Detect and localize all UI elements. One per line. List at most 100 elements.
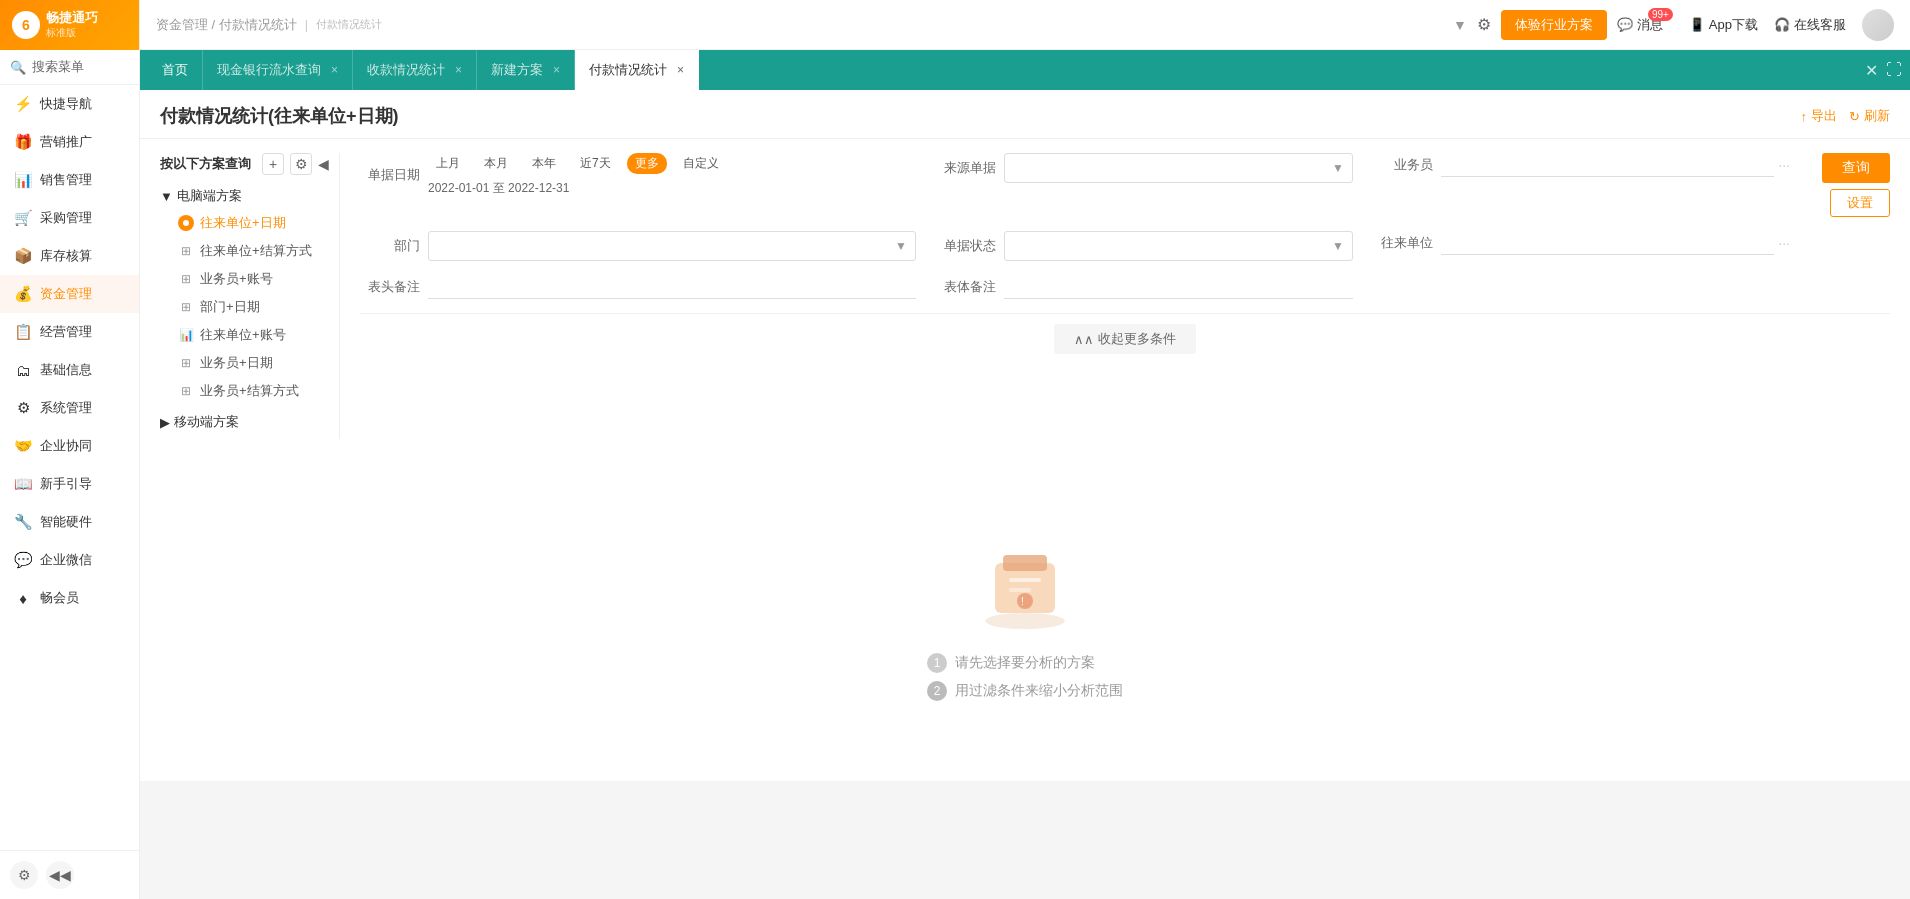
date-this-year[interactable]: 本年 xyxy=(524,153,564,174)
receipt-stat-label: 收款情况统计 xyxy=(367,61,445,79)
sidebar-item-hardware[interactable]: 🔧 智能硬件 xyxy=(0,503,139,541)
tab-new-scheme[interactable]: 新建方案 × xyxy=(477,50,575,90)
tab-home[interactable]: 首页 xyxy=(148,50,203,90)
date-last-7[interactable]: 近7天 xyxy=(572,153,619,174)
search-menu[interactable]: 🔍 搜索菜单 xyxy=(0,50,139,85)
svg-rect-2 xyxy=(1003,555,1047,571)
sidebar-item-basic[interactable]: 🗂 基础信息 xyxy=(0,351,139,389)
counterpart-ellipsis[interactable]: ··· xyxy=(1778,235,1790,251)
sidebar-item-member[interactable]: ♦ 畅会员 xyxy=(0,579,139,617)
breadcrumb-sub: 付款情况统计 xyxy=(316,17,382,32)
date-more[interactable]: 更多 xyxy=(627,153,667,174)
scheme-staff-date[interactable]: ⊞ 业务员+日期 xyxy=(174,349,329,377)
refresh-label: 刷新 xyxy=(1864,107,1890,125)
sidebar-item-sales[interactable]: 📊 销售管理 xyxy=(0,161,139,199)
counterpart-input[interactable] xyxy=(1441,231,1774,255)
sidebar-item-quick-nav[interactable]: ⚡ 快捷导航 xyxy=(0,85,139,123)
sidebar-item-guide[interactable]: 📖 新手引导 xyxy=(0,465,139,503)
tab-payment-stat[interactable]: 付款情况统计 × xyxy=(575,50,699,90)
sidebar-item-label: 销售管理 xyxy=(40,171,92,189)
close-tab-new-scheme[interactable]: × xyxy=(553,63,560,77)
filter-row-1: 单据日期 上月 本月 本年 近7天 更多 自定义 20 xyxy=(360,153,1890,217)
date-custom[interactable]: 自定义 xyxy=(675,153,727,174)
sidebar-item-finance[interactable]: 💰 资金管理 xyxy=(0,275,139,313)
close-tab-receipt[interactable]: × xyxy=(455,63,462,77)
scheme-unit-account[interactable]: 📊 往来单位+账号 xyxy=(174,321,329,349)
close-tab-payment[interactable]: × xyxy=(677,63,684,77)
close-window-btn[interactable]: ✕ xyxy=(1865,61,1878,80)
scheme-unit-settle[interactable]: ⊞ 往来单位+结算方式 xyxy=(174,237,329,265)
doc-status-select[interactable]: ▼ xyxy=(1004,231,1353,261)
purchase-icon: 🛒 xyxy=(14,209,32,227)
scheme-settings-btn[interactable]: ⚙ xyxy=(290,153,312,175)
filter-actions: 查询 设置 xyxy=(1810,153,1890,217)
sidebar-header: 6 畅捷通巧 标准版 xyxy=(0,0,139,50)
add-scheme-btn[interactable]: + xyxy=(262,153,284,175)
tab-receipt-stat[interactable]: 收款情况统计 × xyxy=(353,50,477,90)
sidebar-item-purchase[interactable]: 🛒 采购管理 xyxy=(0,199,139,237)
online-service-btn[interactable]: 🎧 在线客服 xyxy=(1774,16,1846,34)
industry-btn[interactable]: 体验行业方案 xyxy=(1501,10,1607,40)
export-icon: ↑ xyxy=(1801,109,1808,124)
app-download-btn[interactable]: 📱 App下载 xyxy=(1689,16,1758,34)
desktop-group-title[interactable]: ▼ 电脑端方案 xyxy=(160,183,329,209)
topbar-settings-icon[interactable]: ⚙ xyxy=(1477,15,1491,34)
logo-sub: 标准版 xyxy=(46,26,98,40)
counterpart-label: 往来单位 xyxy=(1373,234,1433,252)
collapse-arrow-icon: ∧∧ xyxy=(1074,332,1094,347)
staff-input[interactable] xyxy=(1441,153,1774,177)
topbar-expand-icon[interactable]: ▼ xyxy=(1453,17,1467,33)
messages-btn[interactable]: 💬 消息 99+ xyxy=(1617,16,1663,34)
sidebar: 6 畅捷通巧 标准版 🔍 搜索菜单 ⚡ 快捷导航 🎁 营销推广 📊 销售管理 🛒… xyxy=(0,0,140,899)
refresh-btn[interactable]: ↻ 刷新 xyxy=(1849,107,1890,125)
body-note-input[interactable] xyxy=(1004,275,1353,299)
sidebar-item-label: 新手引导 xyxy=(40,475,92,493)
svg-rect-4 xyxy=(1009,588,1031,592)
scheme-collapse-btn[interactable]: ◀ xyxy=(318,156,329,172)
scheme-dept-date[interactable]: ⊞ 部门+日期 xyxy=(174,293,329,321)
expand-window-btn[interactable]: ⛶ xyxy=(1886,61,1902,79)
sidebar-item-collab[interactable]: 🤝 企业协同 xyxy=(0,427,139,465)
user-avatar[interactable] xyxy=(1862,9,1894,41)
scheme-label: 业务员+结算方式 xyxy=(200,382,299,400)
doc-status-label: 单据状态 xyxy=(936,237,996,255)
doc-status-field: 单据状态 ▼ xyxy=(936,231,1353,261)
date-last-month[interactable]: 上月 xyxy=(428,153,468,174)
scheme-panel-label: 按以下方案查询 xyxy=(160,155,251,173)
mobile-group-title[interactable]: ▶ 移动端方案 xyxy=(160,409,329,435)
sidebar-item-label: 资金管理 xyxy=(40,285,92,303)
setting-btn[interactable]: 设置 xyxy=(1830,189,1890,217)
scheme-unit-date[interactable]: 往来单位+日期 xyxy=(174,209,329,237)
collapse-sidebar-button[interactable]: ◀◀ xyxy=(46,861,74,889)
header-note-field: 表头备注 xyxy=(360,275,916,299)
date-this-month[interactable]: 本月 xyxy=(476,153,516,174)
staff-field: 业务员 ··· xyxy=(1373,153,1790,177)
app-icon: 📱 xyxy=(1689,17,1705,32)
export-btn[interactable]: ↑ 导出 xyxy=(1801,107,1838,125)
doc-status-chevron: ▼ xyxy=(1332,239,1344,253)
sidebar-footer: ⚙ ◀◀ xyxy=(0,850,139,899)
staff-ellipsis[interactable]: ··· xyxy=(1778,157,1790,173)
system-icon: ⚙ xyxy=(14,399,32,417)
collapse-more-btn[interactable]: ∧∧ 收起更多条件 xyxy=(1054,324,1196,354)
source-doc-label: 来源单据 xyxy=(936,159,996,177)
breadcrumb: 资金管理 / 付款情况统计 | 付款情况统计 xyxy=(156,16,1443,34)
message-count: 99+ xyxy=(1648,8,1673,21)
sidebar-item-inventory[interactable]: 📦 库存核算 xyxy=(0,237,139,275)
query-btn[interactable]: 查询 xyxy=(1822,153,1890,183)
scheme-staff-settle[interactable]: ⊞ 业务员+结算方式 xyxy=(174,377,329,405)
sidebar-item-operation[interactable]: 📋 经营管理 xyxy=(0,313,139,351)
scheme-staff-account[interactable]: ⊞ 业务员+账号 xyxy=(174,265,329,293)
sidebar-item-wechat[interactable]: 💬 企业微信 xyxy=(0,541,139,579)
marketing-icon: 🎁 xyxy=(14,133,32,151)
sidebar-item-marketing[interactable]: 🎁 营销推广 xyxy=(0,123,139,161)
dept-select[interactable]: ▼ xyxy=(428,231,916,261)
header-note-input[interactable] xyxy=(428,275,916,299)
close-tab-cash-flow[interactable]: × xyxy=(331,63,338,77)
sidebar-item-label: 快捷导航 xyxy=(40,95,92,113)
tab-cash-flow[interactable]: 现金银行流水查询 × xyxy=(203,50,353,90)
sidebar-item-system[interactable]: ⚙ 系统管理 xyxy=(0,389,139,427)
source-doc-select[interactable]: ▼ xyxy=(1004,153,1353,183)
settings-button[interactable]: ⚙ xyxy=(10,861,38,889)
filter-row-3: 表头备注 表体备注 xyxy=(360,275,1890,299)
